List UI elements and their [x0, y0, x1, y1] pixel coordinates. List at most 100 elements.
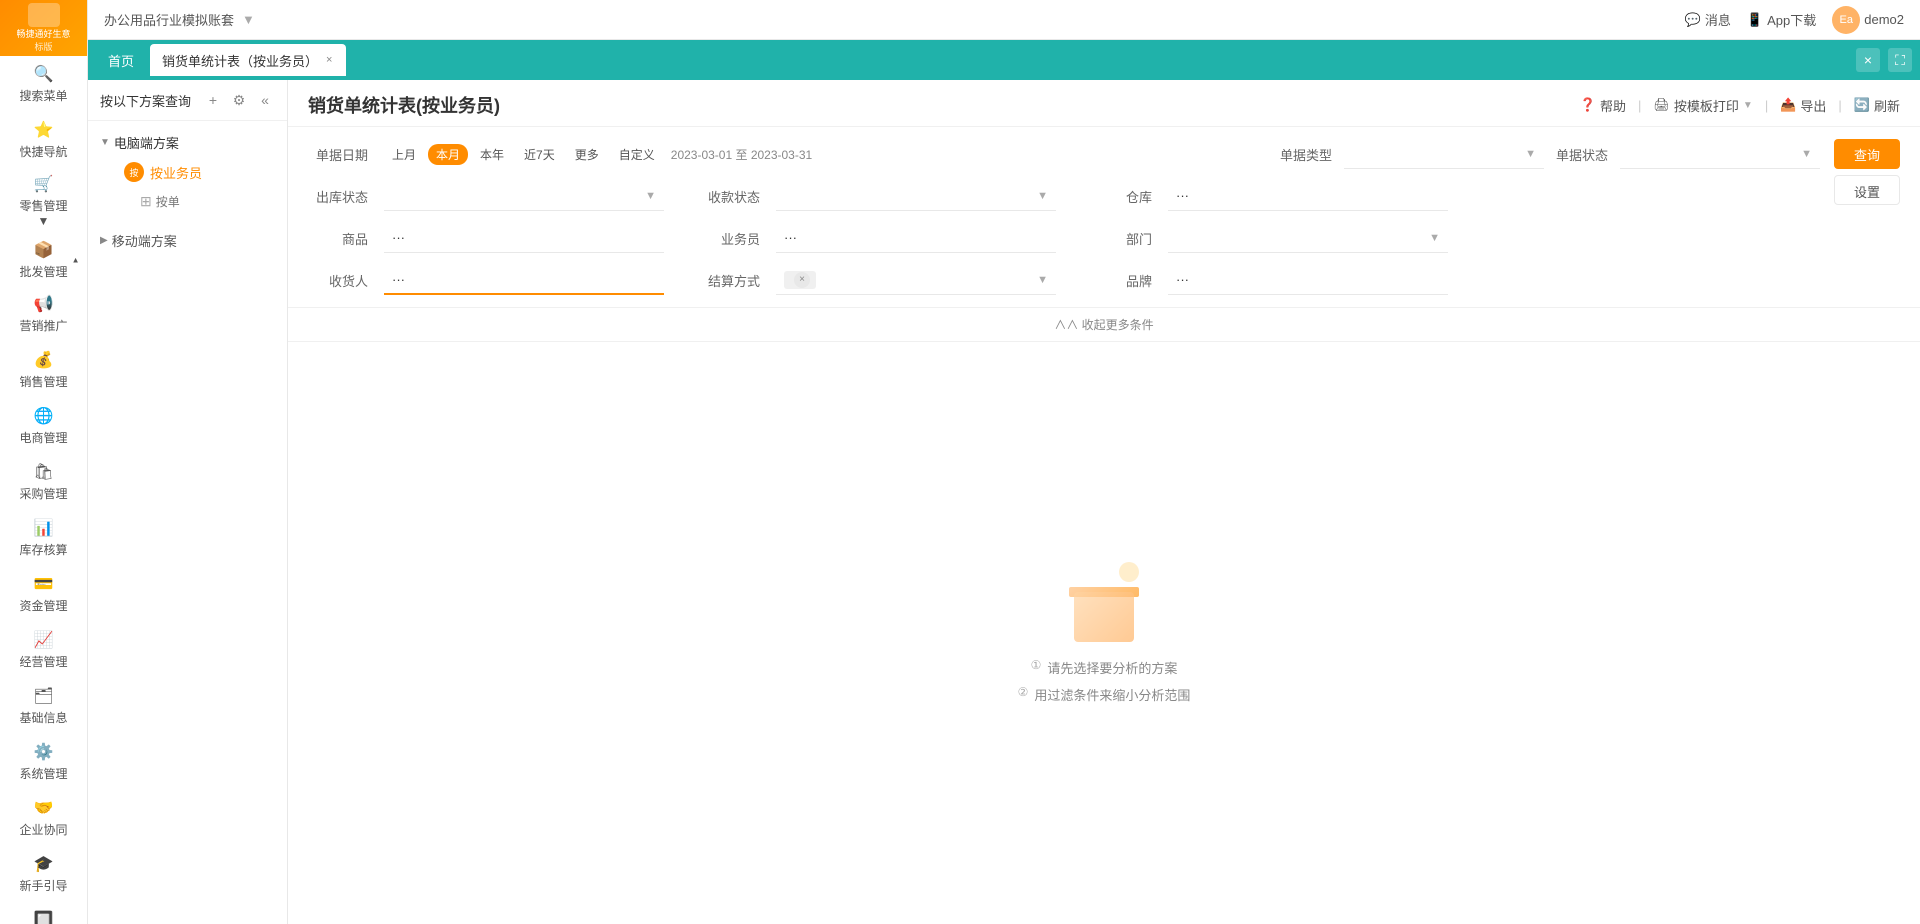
- sidebar-item-system[interactable]: ⚙️ 系统管理: [0, 734, 88, 790]
- msg-btn[interactable]: 💬 消息: [1685, 10, 1731, 29]
- add-scheme-btn[interactable]: +: [203, 90, 223, 110]
- logo-text: 畅捷通好生意: [16, 29, 70, 41]
- payment-method-tag-close[interactable]: ×: [794, 272, 810, 288]
- product-dropdown[interactable]: ···: [384, 223, 664, 253]
- sidebar-item-purchase[interactable]: 🛍 采购管理: [0, 454, 88, 510]
- tab-close-action[interactable]: ×: [1856, 48, 1880, 72]
- search-icon: 🔍: [34, 64, 54, 84]
- newuser-icon: 🎓: [34, 854, 54, 874]
- sidebar-item-search[interactable]: 🔍 搜索菜单: [0, 56, 88, 112]
- doc-status-label: 单据状态: [1556, 145, 1608, 164]
- msg-label: 消息: [1705, 10, 1731, 29]
- export-btn[interactable]: 📤 导出: [1780, 96, 1826, 115]
- sidebar-item-operations[interactable]: 📈 经营管理: [0, 622, 88, 678]
- sidebar-item-wholesale[interactable]: 📦 批发管理: [0, 234, 88, 286]
- sidebar-item-finance[interactable]: 💳 资金管理: [0, 566, 88, 622]
- date-tabs: 上月 本月 本年 近7天 更多: [384, 144, 812, 165]
- purchase-icon: 🛍: [34, 462, 54, 482]
- query-btn[interactable]: 查询: [1834, 139, 1900, 169]
- help-label: 帮助: [1600, 96, 1626, 115]
- collapse-row[interactable]: ∧∧ 收起更多条件: [288, 308, 1920, 342]
- sidebar-item-search-label: 搜索菜单: [19, 87, 67, 104]
- refresh-label: 刷新: [1874, 96, 1900, 115]
- template-print-btn[interactable]: 🖨 按模板打印 ▼: [1653, 96, 1752, 115]
- date-tab-custom[interactable]: 自定义: [611, 144, 663, 165]
- dept-dropdown[interactable]: ▼: [1168, 223, 1448, 253]
- sidebar-item-ecommerce[interactable]: 🌐 电商管理: [0, 398, 88, 454]
- collapse-label: 收起更多条件: [1082, 318, 1154, 332]
- sidebar-item-ecommerce-label: 电商管理: [19, 429, 67, 446]
- scheme-group-desktop-header[interactable]: ▼ 电脑端方案: [100, 129, 275, 156]
- date-tab-last-month[interactable]: 上月: [384, 144, 424, 165]
- scheme-icon-text: 按: [129, 166, 138, 179]
- help-btn[interactable]: ❓ 帮助: [1580, 96, 1626, 115]
- date-label: 单据日期: [308, 145, 368, 164]
- scheme-item-by-staff[interactable]: 按 按业务员: [100, 156, 275, 188]
- app-download-btn[interactable]: 📱 App下载: [1747, 10, 1816, 29]
- tab-expand-action[interactable]: ⛶: [1888, 48, 1912, 72]
- delivery-dropdown[interactable]: ▼: [384, 181, 664, 211]
- payment-status-dropdown[interactable]: ▼: [776, 181, 1056, 211]
- empty-hint-1: ① 请先选择要分析的方案: [1031, 658, 1178, 677]
- empty-state-content: ① 请先选择要分析的方案 ② 用过滤条件来缩小分析范围: [1018, 562, 1191, 704]
- doc-status-arrow: ▼: [1801, 148, 1812, 160]
- print-dropdown-arrow[interactable]: ▼: [1743, 100, 1753, 111]
- consignee-label: 收货人: [308, 271, 368, 290]
- workspace-dropdown-icon[interactable]: ▼: [242, 12, 255, 27]
- date-tab-this-year[interactable]: 本年: [472, 144, 512, 165]
- sidebar-item-sales[interactable]: 💰 销售管理: [0, 342, 88, 398]
- sidebar-item-operations-label: 经营管理: [19, 653, 67, 670]
- avatar: Ea: [1832, 6, 1860, 34]
- sidebar-item-quicknav[interactable]: ⭐ 快捷导航: [0, 112, 88, 168]
- empty-hint-2: ② 用过滤条件来缩小分析范围: [1018, 685, 1191, 704]
- scheme-settings-btn[interactable]: ⚙: [229, 90, 249, 110]
- consignee-value: ···: [392, 272, 405, 287]
- retail-icon: 🛒: [34, 174, 54, 194]
- date-tab-last7[interactable]: 近7天: [516, 144, 563, 165]
- sidebar-item-enterprise[interactable]: 🤝 企业协同: [0, 790, 88, 846]
- appcenter-icon: 🔲: [34, 910, 54, 924]
- page-title-bar: 销货单统计表(按业务员) ❓ 帮助 | 🖨 按模板打印 ▼ | 📤: [288, 80, 1920, 127]
- left-panel-actions: + ⚙ «: [203, 90, 275, 110]
- user-menu[interactable]: Ea demo2: [1832, 6, 1904, 34]
- sidebar-item-enterprise-label: 企业协同: [19, 821, 67, 838]
- payment-method-dropdown[interactable]: × ▼: [776, 265, 1056, 295]
- sidebar-item-basic[interactable]: 🗂 基础信息: [0, 678, 88, 734]
- date-tab-more[interactable]: 更多: [567, 144, 607, 165]
- page-title: 销货单统计表(按业务员): [308, 92, 500, 118]
- staff-dropdown[interactable]: ···: [776, 223, 1056, 253]
- warehouse-dropdown[interactable]: ···: [1168, 181, 1448, 211]
- scheme-group-desktop-label: 电脑端方案: [114, 133, 179, 152]
- workspace-title-area: 办公用品行业模拟账套 ▼: [104, 10, 255, 29]
- sidebar-item-marketing[interactable]: 📢 营销推广: [0, 286, 88, 342]
- sidebar-item-retail[interactable]: 🛒 零售管理: [0, 168, 88, 234]
- collapse-panel-btn[interactable]: «: [255, 90, 275, 110]
- sidebar-item-sales-label: 销售管理: [19, 373, 67, 390]
- doc-status-dropdown[interactable]: ▼: [1620, 139, 1820, 169]
- help-icon: ❓: [1580, 97, 1596, 113]
- tab-close-btn[interactable]: ×: [324, 54, 334, 66]
- scheme-group-mobile-header[interactable]: ▶ 移动端方案: [100, 227, 275, 254]
- scheme-item-by-order[interactable]: ⊞ 按单: [100, 188, 275, 215]
- scheme-item-by-staff-label: 按业务员: [150, 163, 202, 182]
- staff-label: 业务员: [700, 229, 760, 248]
- title-actions: ❓ 帮助 | 🖨 按模板打印 ▼ | 📤 导出 |: [1580, 96, 1900, 115]
- brand-value: ···: [1176, 272, 1189, 287]
- operations-icon: 📈: [34, 630, 54, 650]
- delivery-label: 出库状态: [308, 187, 368, 206]
- refresh-btn[interactable]: 🔄 刷新: [1854, 96, 1900, 115]
- sidebar-item-finance-label: 资金管理: [19, 597, 67, 614]
- logo-subtitle: 标版: [34, 40, 52, 53]
- sidebar-item-inventory[interactable]: 📊 库存核算: [0, 510, 88, 566]
- date-tab-this-month[interactable]: 本月: [428, 144, 468, 165]
- consignee-dropdown[interactable]: ···: [384, 265, 664, 295]
- tab-sales-stat[interactable]: 销货单统计表（按业务员） ×: [150, 44, 346, 76]
- tab-home[interactable]: 首页: [96, 44, 146, 76]
- divider2: |: [1765, 98, 1768, 113]
- doc-type-dropdown[interactable]: ▼: [1344, 139, 1544, 169]
- brand-dropdown[interactable]: ···: [1168, 265, 1448, 295]
- sidebar-item-newuser[interactable]: 🎓 新手引导: [0, 846, 88, 902]
- sidebar-item-appcenter[interactable]: 🔲 应用中心: [0, 902, 88, 924]
- system-icon: ⚙️: [34, 742, 54, 762]
- settings-btn[interactable]: 设置: [1834, 175, 1900, 205]
